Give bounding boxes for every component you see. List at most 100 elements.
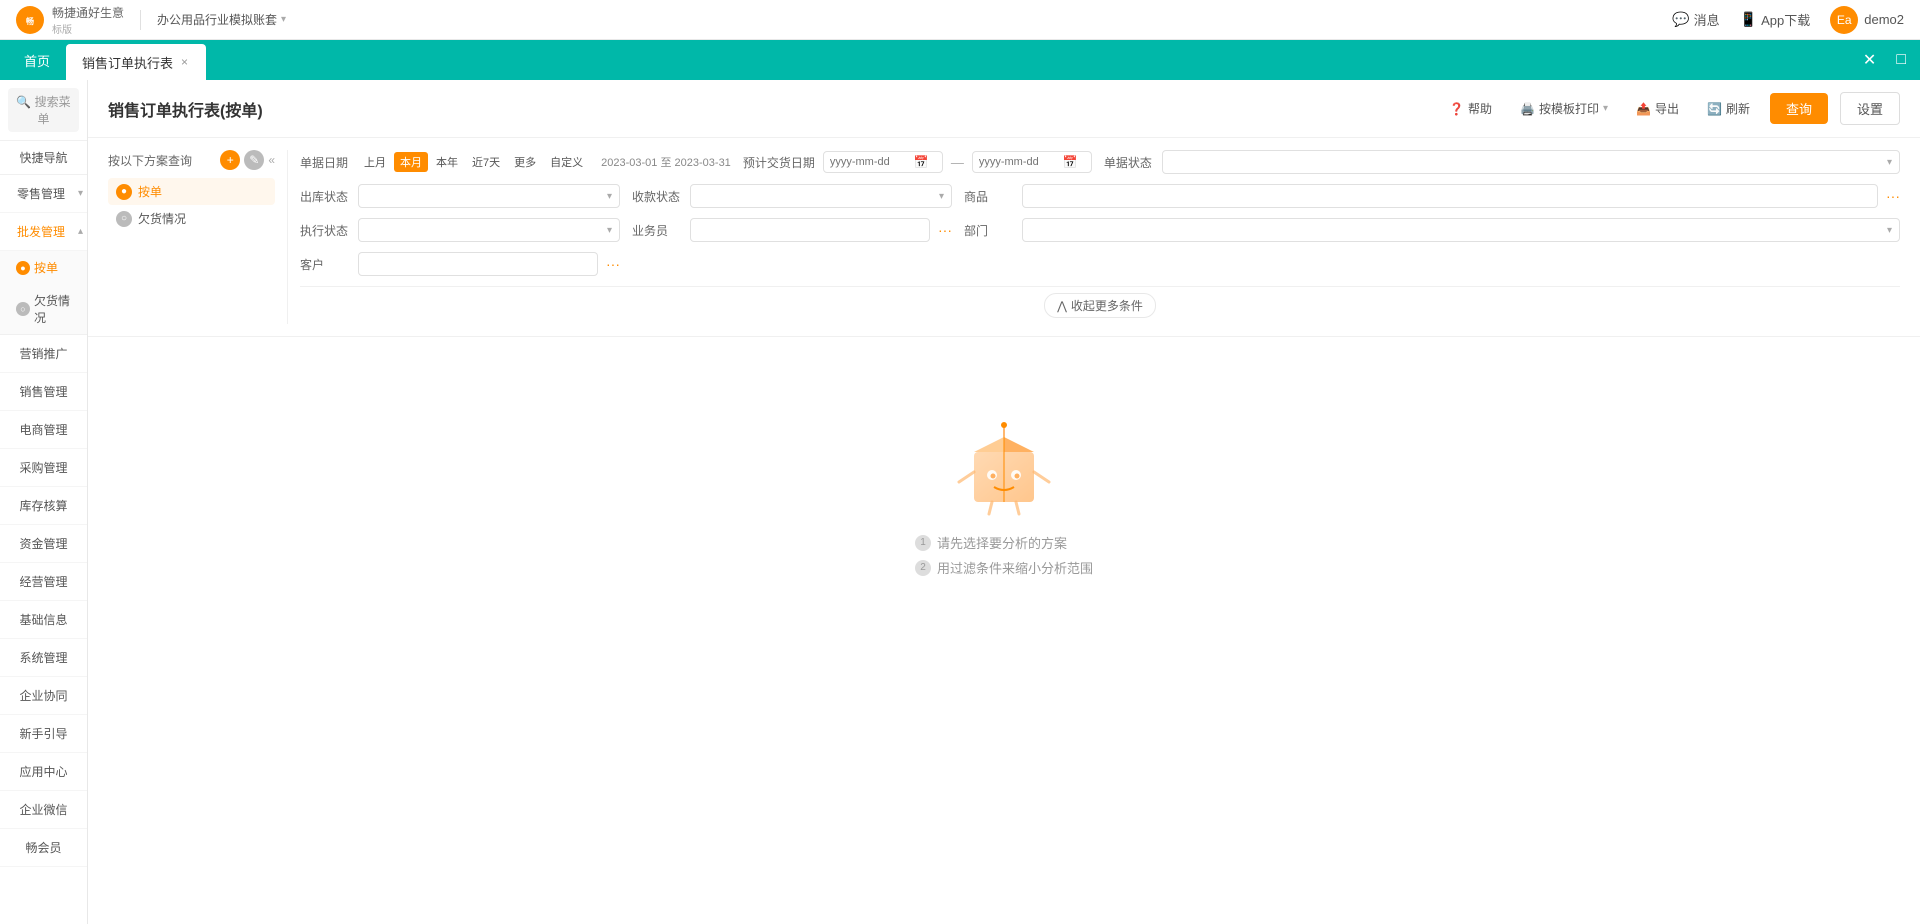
window-close-btn[interactable]: ✕ [1857,50,1882,70]
sidebar-item-purchase[interactable]: 采购管理 [0,449,87,487]
user-menu[interactable]: Ea demo2 [1830,6,1904,34]
sidebar-search-btn[interactable]: 🔍 搜索菜单 [8,88,79,132]
sidebar-sub-item-debt[interactable]: ○ 欠货情况 [0,284,87,334]
calendar-end-icon: 📅 [1063,155,1078,169]
settings-btn[interactable]: 设置 [1840,92,1900,125]
scheme-actions: + ✎ « [220,150,275,170]
page-title: 销售订单执行表(按单) [108,97,263,121]
sidebar-item-member[interactable]: 畅会员 [0,829,87,867]
sidebar-item-ecommerce[interactable]: 电商管理 [0,411,87,449]
tip-num-2: 2 [915,560,931,576]
empty-illustration [954,417,1054,517]
sidebar-item-appstore[interactable]: 应用中心 [0,753,87,791]
sidebar-item-operations[interactable]: 经营管理 [0,563,87,601]
date-tab-this-year[interactable]: 本年 [430,152,464,172]
logo-icon: 畅 [16,6,44,34]
sidebar-item-wecom[interactable]: 企业微信 [0,791,87,829]
salesperson-input[interactable] [690,218,930,242]
customer-input[interactable] [358,252,598,276]
sidebar-sub-wholesale: ● 按单 ○ 欠货情况 [0,251,87,335]
sidebar-item-quicknav[interactable]: 快捷导航 [0,141,87,175]
filter-field-goods: 商品 ··· [964,184,1900,208]
scheme-title: 按以下方案查询 [108,152,192,169]
customer-more-icon[interactable]: ··· [606,256,620,272]
date-tab-last-month[interactable]: 上月 [358,152,392,172]
scheme-header: 按以下方案查询 + ✎ « [108,150,275,170]
date-tabs: 上月 本月 本年 近7天 更多 自定义 [358,152,589,172]
sidebar-sub-item-order[interactable]: ● 按单 [0,251,87,284]
refresh-icon: 🔄 [1707,102,1722,116]
delivery-date-end[interactable] [979,156,1059,168]
date-tab-custom[interactable]: 自定义 [544,152,589,172]
scheme-order-icon: ● [116,184,132,200]
goods-input[interactable] [1022,184,1878,208]
sidebar-item-sales[interactable]: 销售管理 [0,373,87,411]
doc-status-label: 单据状态 [1104,154,1154,171]
scheme-add-btn[interactable]: + [220,150,240,170]
date-tab-more[interactable]: 更多 [508,152,542,172]
execution-select[interactable] [358,218,620,242]
query-btn[interactable]: 查询 [1770,93,1828,124]
user-name: demo2 [1864,12,1904,27]
sidebar-item-retail[interactable]: 零售管理 ▾ [0,175,87,213]
sidebar-item-corp[interactable]: 企业协同 [0,677,87,715]
scheme-item-order-label: 按单 [138,183,162,200]
tab-home[interactable]: 首页 [8,40,66,80]
delivery-date-start[interactable] [830,156,910,168]
top-header: 畅 畅捷通好生意 标版 办公用品行业模拟账套 ▾ 💬 消息 📱 App下载 Ea… [0,0,1920,40]
salesperson-more-icon[interactable]: ··· [938,222,952,238]
execution-label: 执行状态 [300,222,350,239]
breadcrumb-dropdown[interactable]: 办公用品行业模拟账套 ▾ [157,11,286,28]
sidebar-item-basic[interactable]: 基础信息 [0,601,87,639]
scheme-debt-icon: ○ [116,211,132,227]
tip-num-1: 1 [915,535,931,551]
sidebar-item-newbie[interactable]: 新手引导 [0,715,87,753]
filter-right: 单据日期 上月 本月 本年 近7天 更多 自定义 2023-03-01 至 20… [300,150,1900,324]
sidebar-item-wholesale[interactable]: 批发管理 ▴ [0,213,87,251]
message-icon: 💬 [1672,11,1689,28]
sidebar-item-marketing[interactable]: 营销推广 [0,335,87,373]
scheme-collapse-btn[interactable]: « [268,153,275,167]
filter-field-delivery: 预计交货日期 📅 — 📅 [743,151,1092,173]
tab-active[interactable]: 销售订单执行表 × [66,44,206,80]
empty-state: 1 请先选择要分析的方案 2 用过滤条件来缩小分析范围 [88,337,1920,663]
order-icon: ● [16,261,30,275]
doc-status-select[interactable] [1162,150,1900,174]
sidebar-item-inventory[interactable]: 库存核算 [0,487,87,525]
date-tab-7days[interactable]: 近7天 [466,152,506,172]
collapse-btn[interactable]: ⋀ 收起更多条件 [1044,293,1156,318]
message-btn[interactable]: 💬 消息 [1672,10,1719,29]
window-maximize-btn[interactable]: □ [1890,51,1912,69]
date-tab-this-month[interactable]: 本月 [394,152,428,172]
outbound-select[interactable] [358,184,620,208]
goods-more-icon[interactable]: ··· [1886,188,1900,204]
print-btn[interactable]: 🖨️ 按模板打印 ▾ [1512,96,1616,121]
refresh-btn[interactable]: 🔄 刷新 [1699,96,1758,121]
tab-close-btn[interactable]: × [179,55,190,69]
app-download-btn[interactable]: 📱 App下载 [1740,10,1811,29]
help-icon: ❓ [1449,102,1464,116]
collection-select[interactable] [690,184,952,208]
tab-active-label: 销售订单执行表 [82,53,173,72]
empty-tip-2: 2 用过滤条件来缩小分析范围 [915,558,1093,577]
delivery-date-start-wrap: 📅 [823,151,943,173]
department-select[interactable] [1022,218,1900,242]
export-btn[interactable]: 📤 导出 [1628,96,1687,121]
tab-bar: 首页 销售订单执行表 × ✕ □ [0,40,1920,80]
help-btn[interactable]: ❓ 帮助 [1441,96,1500,121]
filter-row-1: 单据日期 上月 本月 本年 近7天 更多 自定义 2023-03-01 至 20… [300,150,1900,174]
filter-row-2: 出库状态 ▾ 收款状态 [300,184,1900,208]
empty-tip-1: 1 请先选择要分析的方案 [915,533,1093,552]
filter-panel: 按以下方案查询 + ✎ « ● 按单 ○ 欠货情况 [88,138,1920,337]
sidebar-search: 🔍 搜索菜单 [0,80,87,141]
scheme-item-debt[interactable]: ○ 欠货情况 [108,205,275,232]
page-container: 销售订单执行表(按单) ❓ 帮助 🖨️ 按模板打印 ▾ 📤 导出 [88,80,1920,924]
sidebar-item-finance[interactable]: 资金管理 [0,525,87,563]
date-separator: — [951,155,964,170]
sidebar: 🔍 搜索菜单 快捷导航 零售管理 ▾ 批发管理 ▴ ● 按单 ○ 欠货情况 [0,80,88,924]
scheme-edit-btn[interactable]: ✎ [244,150,264,170]
avatar: Ea [1830,6,1858,34]
chevron-down-icon: ▾ [78,188,83,199]
sidebar-item-system[interactable]: 系统管理 [0,639,87,677]
scheme-item-order[interactable]: ● 按单 [108,178,275,205]
